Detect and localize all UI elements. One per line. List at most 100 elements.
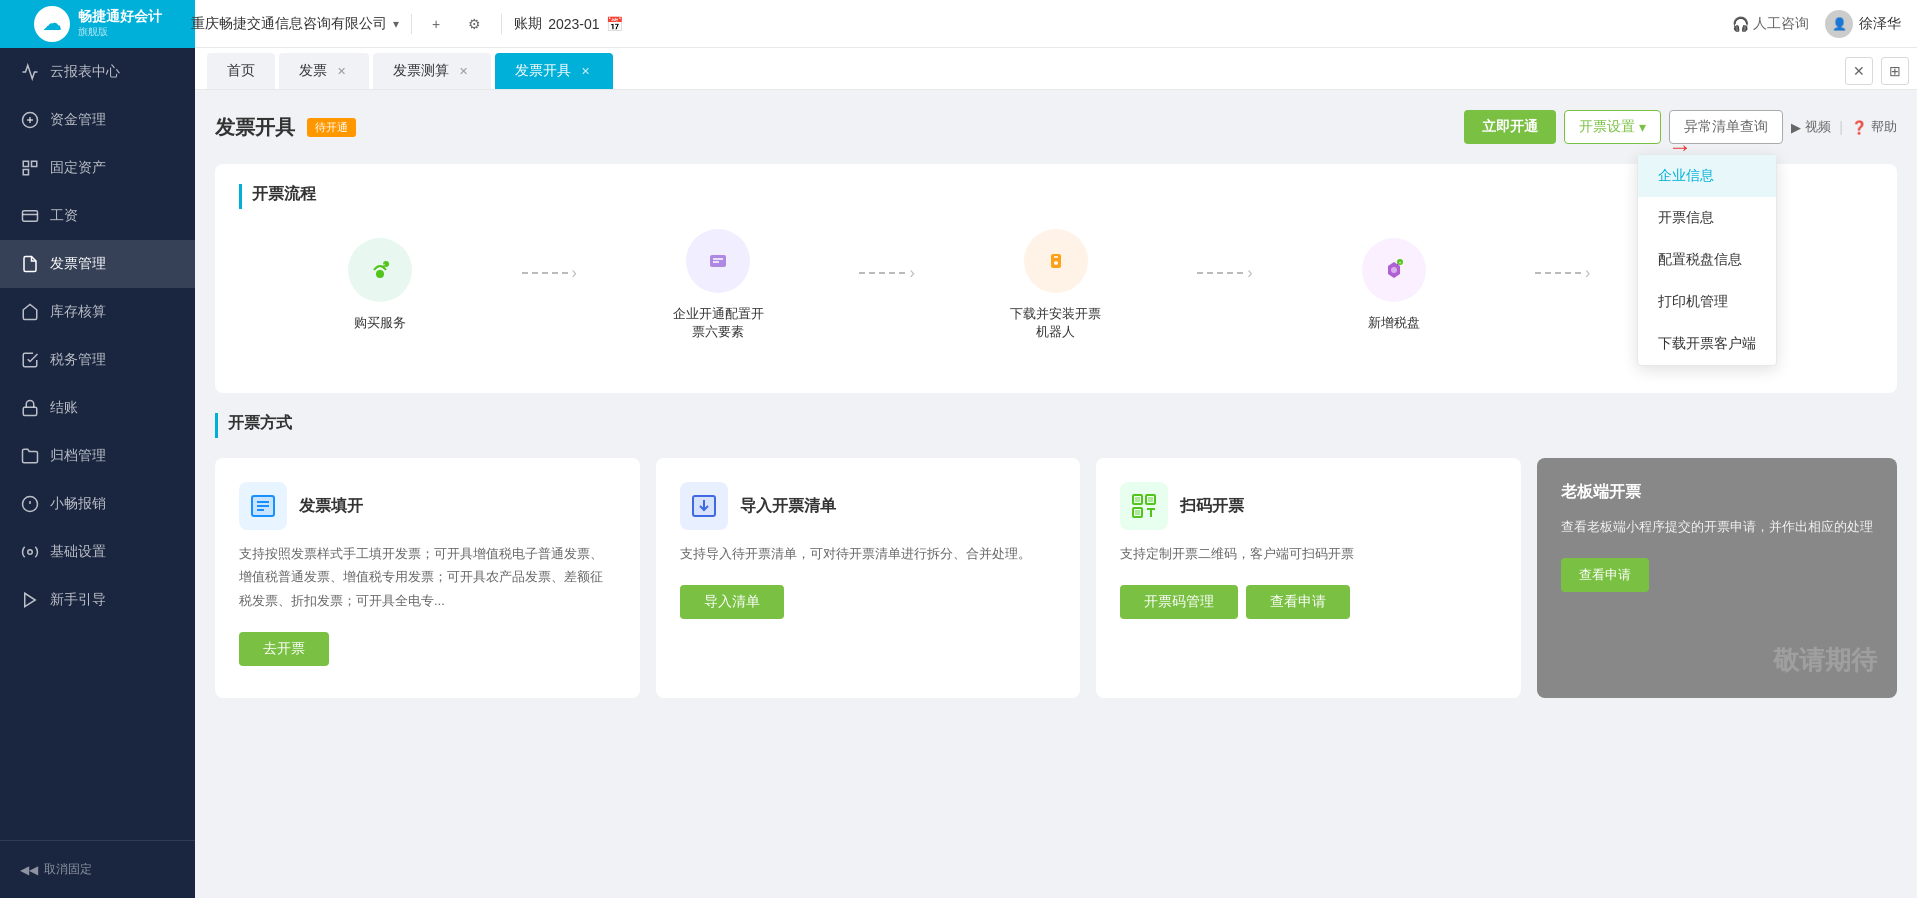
main-layout: 云报表中心 资金管理 固定资产 工资 [0,48,1917,898]
svg-rect-6 [23,211,38,222]
boss-apply-btn[interactable]: 查看申请 [1561,558,1649,592]
company-selector[interactable]: 重庆畅捷交通信息咨询有限公司 ▾ [191,15,399,33]
svg-rect-49 [1135,497,1140,502]
gudingzichan-icon [20,158,40,178]
add-button[interactable]: + [424,12,448,36]
tab-fapiaokaiyu-label: 发票开具 [515,62,571,80]
sidebar-bottom: ◀◀ 取消固定 [0,840,195,898]
sidebar-item-label: 固定资产 [50,159,106,177]
user-menu[interactable]: 👤 徐泽华 [1825,10,1901,38]
scan-apply-btn[interactable]: 查看申请 [1246,585,1350,619]
flow-step-config-icon [686,229,750,293]
svg-marker-13 [25,593,36,607]
close-tab-button[interactable]: ✕ [1845,57,1873,85]
headset-icon: 🎧 [1732,16,1749,32]
sidebar-item-yunbao[interactable]: 云报表中心 [0,48,195,96]
expand-button[interactable]: ⊞ [1881,57,1909,85]
activate-button[interactable]: 立即开通 [1464,110,1556,144]
boss-end-btns: 查看申请 [1561,558,1873,592]
guidang-icon [20,446,40,466]
svg-rect-21 [710,255,726,267]
page-header: 发票开具 待开通 立即开通 开票设置 ▾ 异常清单查询 ▶ 视频 | ❓ [215,110,1897,144]
tab-fapiao-label: 发票 [299,62,327,80]
fill-invoice-icon [239,482,287,530]
collapse-label: 取消固定 [44,861,92,878]
dropdown-item-peizhi[interactable]: 配置税盘信息 [1638,239,1776,281]
methods-section: 开票方式 [215,413,1897,698]
help-label: 帮助 [1871,118,1897,136]
import-invoice-btn[interactable]: 导入清单 [680,585,784,619]
sidebar-item-label: 发票管理 [50,255,106,273]
sidebar-item-guidang[interactable]: 归档管理 [0,432,195,480]
settings-button[interactable]: ⚙ [460,12,489,36]
sidebar-item-xinshou[interactable]: 新手引导 [0,576,195,624]
svg-rect-5 [23,170,28,175]
dropdown-item-xiazai[interactable]: 下载开票客户端 [1638,323,1776,365]
sidebar-item-fapiao[interactable]: 发票管理 [0,240,195,288]
dropdown-item-qiye[interactable]: 企业信息 [1638,155,1776,197]
flow-arrow-4: › [1535,264,1590,306]
tab-fapiaokaiyu[interactable]: 发票开具 ✕ [495,53,613,89]
tab-fapiao[interactable]: 发票 ✕ [279,53,369,89]
logo-subtitle: 旗舰版 [78,25,162,39]
flow-divider-3 [1197,272,1247,274]
page-content: 发票开具 待开通 立即开通 开票设置 ▾ 异常清单查询 ▶ 视频 | ❓ [195,90,1917,898]
flow-steps: + 购买服务 › [239,229,1873,341]
settings-btn-label: 开票设置 [1579,118,1635,136]
kucun-icon [20,302,40,322]
chevron-down-icon: ▾ [393,17,399,31]
flow-step-disk-label: 新增税盘 [1368,314,1420,332]
dropdown-item-kaipiao[interactable]: 开票信息 [1638,197,1776,239]
fill-invoice-btn[interactable]: 去开票 [239,632,329,666]
company-name: 重庆畅捷交通信息咨询有限公司 [191,15,387,33]
sidebar-item-label: 工资 [50,207,78,225]
tab-home-label: 首页 [227,62,255,80]
collapse-fixed-button[interactable]: ◀◀ 取消固定 [20,853,175,886]
svg-text:+: + [383,261,386,267]
flow-arrow-3: › [1197,264,1252,306]
flow-divider-4 [1535,272,1585,274]
settings-dropdown: → 企业信息 开票信息 配置税盘信息 打印机管理 下载开票客户端 [1637,154,1777,366]
period-display: 账期 2023-01 📅 [514,15,622,33]
sidebar-item-gongzi[interactable]: 工资 [0,192,195,240]
sidebar-item-kucun[interactable]: 库存核算 [0,288,195,336]
sidebar-item-zijin[interactable]: 资金管理 [0,96,195,144]
tab-fapiaocesuan[interactable]: 发票测算 ✕ [373,53,491,89]
sidebar-item-gudingzichan[interactable]: 固定资产 [0,144,195,192]
fill-invoice-desc: 支持按照发票样式手工填开发票；可开具增值税电子普通发票、增值税普通发票、增值税专… [239,542,616,612]
svg-rect-51 [1135,510,1140,515]
sidebar-item-jiezhang[interactable]: 结账 [0,384,195,432]
tab-fapiaokaiyu-close[interactable]: ✕ [577,63,593,79]
scan-qrcode-btn[interactable]: 开票码管理 [1120,585,1238,619]
fill-invoice-title: 发票填开 [299,496,363,517]
calendar-icon[interactable]: 📅 [606,16,623,32]
sidebar-item-label: 基础设置 [50,543,106,561]
tab-fapiao-close[interactable]: ✕ [333,63,349,79]
service-button[interactable]: 🎧 人工咨询 [1732,15,1809,33]
app-header: ☁ 畅捷通好会计 旗舰版 重庆畅捷交通信息咨询有限公司 ▾ + ⚙ 账期 202… [0,0,1917,48]
tab-fapiaocesuan-close[interactable]: ✕ [455,63,471,79]
jichu-icon [20,542,40,562]
invoice-methods: 发票填开 支持按照发票样式手工填开发票；可开具增值税电子普通发票、增值税普通发票… [215,458,1897,698]
tab-bar: 首页 发票 ✕ 发票测算 ✕ 发票开具 ✕ ✕ ⊞ [195,48,1917,90]
service-label: 人工咨询 [1753,15,1809,33]
sidebar-item-label: 税务管理 [50,351,106,369]
gongzi-icon [20,206,40,226]
sidebar-item-jichu[interactable]: 基础设置 [0,528,195,576]
flow-step-disk: + 新增税盘 [1253,238,1536,332]
flow-step-download: 下载并安装开票机器人 [915,229,1198,341]
dropdown-item-dayinji[interactable]: 打印机管理 [1638,281,1776,323]
settings-button[interactable]: 开票设置 ▾ [1564,110,1661,144]
logo-text-area: 畅捷通好会计 旗舰版 [78,8,162,39]
video-button[interactable]: ▶ 视频 [1791,118,1831,136]
sidebar-item-xiaochang[interactable]: 小畅报销 [0,480,195,528]
boss-end-desc: 查看老板端小程序提交的开票申请，并作出相应的处理 [1561,515,1873,538]
red-arrow-icon: → [1668,133,1692,161]
tab-home[interactable]: 首页 [207,53,275,89]
scan-invoice-desc: 支持定制开票二维码，客户端可扫码开票 [1120,542,1497,565]
sidebar-item-shuiwu[interactable]: 税务管理 [0,336,195,384]
method-card-import: 导入开票清单 支持导入待开票清单，可对待开票清单进行拆分、合并处理。 导入清单 [656,458,1081,698]
jiezhang-icon [20,398,40,418]
header-divider-2 [501,14,502,34]
help-button[interactable]: ❓ 帮助 [1851,118,1897,136]
